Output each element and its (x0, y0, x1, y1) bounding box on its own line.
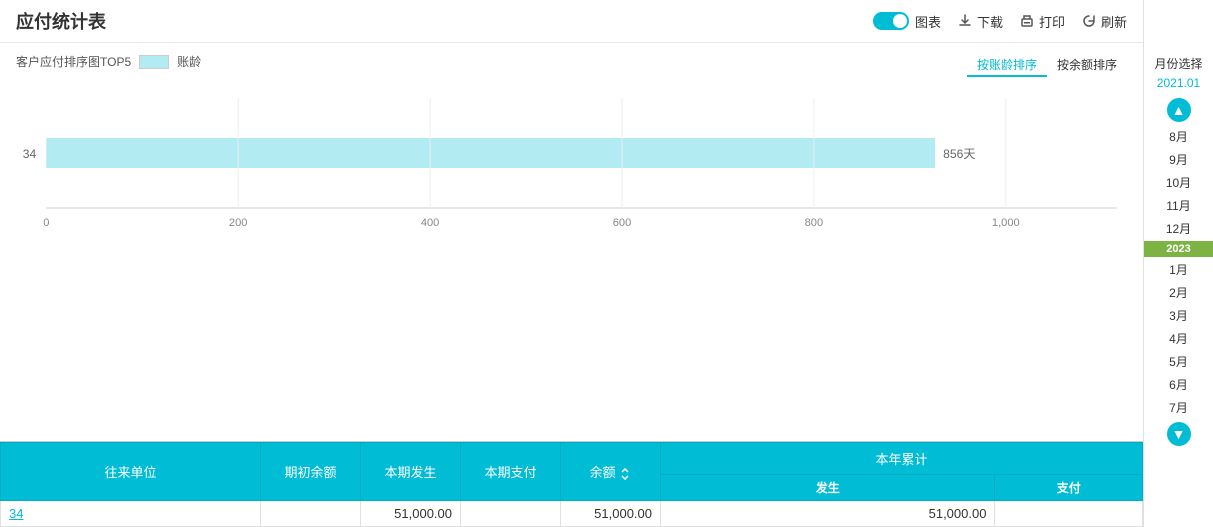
chart-area: 客户应付排序图TOP5 账龄 按账龄排序 按余额排序 34 856天 0 (0, 43, 1143, 441)
table-row: 34 51,000.00 51,000.00 51,000.00 (1, 501, 1143, 527)
svg-text:800: 800 (805, 217, 824, 229)
month-item[interactable]: 7月 (1144, 397, 1213, 418)
sort-icon (619, 468, 631, 480)
chart-legend: 客户应付排序图TOP5 账龄 (16, 53, 201, 70)
cell-balance: 51,000.00 (561, 501, 661, 527)
legend-box-label: 账龄 (177, 53, 201, 70)
cell-period-balance (261, 501, 361, 527)
svg-text:400: 400 (421, 217, 440, 229)
svg-text:1,000: 1,000 (992, 217, 1020, 229)
arrow-up-button[interactable]: ▲ (1167, 98, 1191, 122)
month-list: 8月9月10月11月12月 2023 1月2月3月4月5月6月7月 (1144, 126, 1213, 418)
col-current-pay-header: 本期支付 (461, 443, 561, 501)
download-label: 下载 (977, 12, 1003, 31)
month-item[interactable]: 10月 (1144, 172, 1213, 193)
svg-text:200: 200 (229, 217, 248, 229)
col-balance-header: 余额 (561, 443, 661, 501)
right-sidebar: 月份选择 2021.01 ▲ 8月9月10月11月12月 2023 1月2月3月4月… (1143, 0, 1213, 527)
cell-current-pay (461, 501, 561, 527)
print-button[interactable]: 打印 (1019, 12, 1065, 31)
month-item[interactable]: 6月 (1144, 374, 1213, 395)
col-unit-header: 往来单位 (1, 443, 261, 501)
svg-text:34: 34 (23, 147, 37, 161)
month-item[interactable]: 11月 (1144, 195, 1213, 216)
col-period-balance-header: 期初余额 (261, 443, 361, 501)
sidebar-date: 2021.01 (1157, 76, 1200, 90)
chart-toggle-group[interactable]: 图表 (873, 12, 941, 31)
month-item[interactable]: 3月 (1144, 305, 1213, 326)
arrow-down-button[interactable]: ▼ (1167, 422, 1191, 446)
chart-legend-row: 客户应付排序图TOP5 账龄 按账龄排序 按余额排序 (16, 53, 1127, 78)
refresh-button[interactable]: 刷新 (1081, 12, 1127, 31)
data-table: 往来单位 期初余额 本期发生 本期支付 余额 本年累计 发生 支付 (0, 442, 1143, 527)
year-label: 2023 (1144, 241, 1213, 257)
svg-text:856天: 856天 (943, 147, 975, 161)
col-year-occur-header: 发生 (661, 475, 995, 501)
chart-toggle[interactable] (873, 12, 909, 30)
download-button[interactable]: 下载 (957, 12, 1003, 31)
month-item[interactable]: 1月 (1144, 259, 1213, 280)
bar-chart: 34 856天 0 200 400 600 800 1,000 (16, 78, 1127, 238)
col-year-cumulative-header: 本年累计 (661, 443, 1143, 475)
legend-text: 客户应付排序图TOP5 (16, 53, 131, 70)
cell-year-pay (995, 501, 1143, 527)
cell-unit: 34 (1, 501, 261, 527)
unit-link[interactable]: 34 (9, 506, 23, 521)
print-icon (1019, 13, 1035, 29)
cell-year-occur: 51,000.00 (661, 501, 995, 527)
month-item[interactable]: 4月 (1144, 328, 1213, 349)
print-label: 打印 (1039, 12, 1065, 31)
month-item[interactable]: 5月 (1144, 351, 1213, 372)
table-section: 往来单位 期初余额 本期发生 本期支付 余额 本年累计 发生 支付 (0, 441, 1143, 527)
col-current-occur-header: 本期发生 (361, 443, 461, 501)
header-actions: 图表 下载 打印 刷新 (873, 12, 1127, 31)
month-item[interactable]: 2月 (1144, 282, 1213, 303)
col-year-pay-header: 支付 (995, 475, 1143, 501)
sidebar-label: 月份选择 (1154, 55, 1202, 72)
svg-text:600: 600 (613, 217, 632, 229)
legend-box (139, 55, 169, 69)
refresh-icon (1081, 13, 1097, 29)
month-item[interactable]: 12月 (1144, 218, 1213, 239)
page-title: 应付统计表 (16, 8, 106, 34)
month-item[interactable]: 9月 (1144, 149, 1213, 170)
refresh-label: 刷新 (1101, 12, 1127, 31)
sort-by-amount-tab[interactable]: 按余额排序 (1047, 54, 1127, 77)
toggle-label: 图表 (915, 12, 941, 31)
header: 应付统计表 图表 下载 打印 刷新 (0, 0, 1143, 43)
chart-wrapper: 34 856天 0 200 400 600 800 1,000 (16, 78, 1127, 431)
download-icon (957, 13, 973, 29)
cell-current-occur: 51,000.00 (361, 501, 461, 527)
sort-tabs: 按账龄排序 按余额排序 (967, 54, 1127, 77)
sort-by-balance-tab[interactable]: 按账龄排序 (967, 54, 1047, 77)
month-item[interactable]: 8月 (1144, 126, 1213, 147)
svg-text:0: 0 (43, 217, 49, 229)
